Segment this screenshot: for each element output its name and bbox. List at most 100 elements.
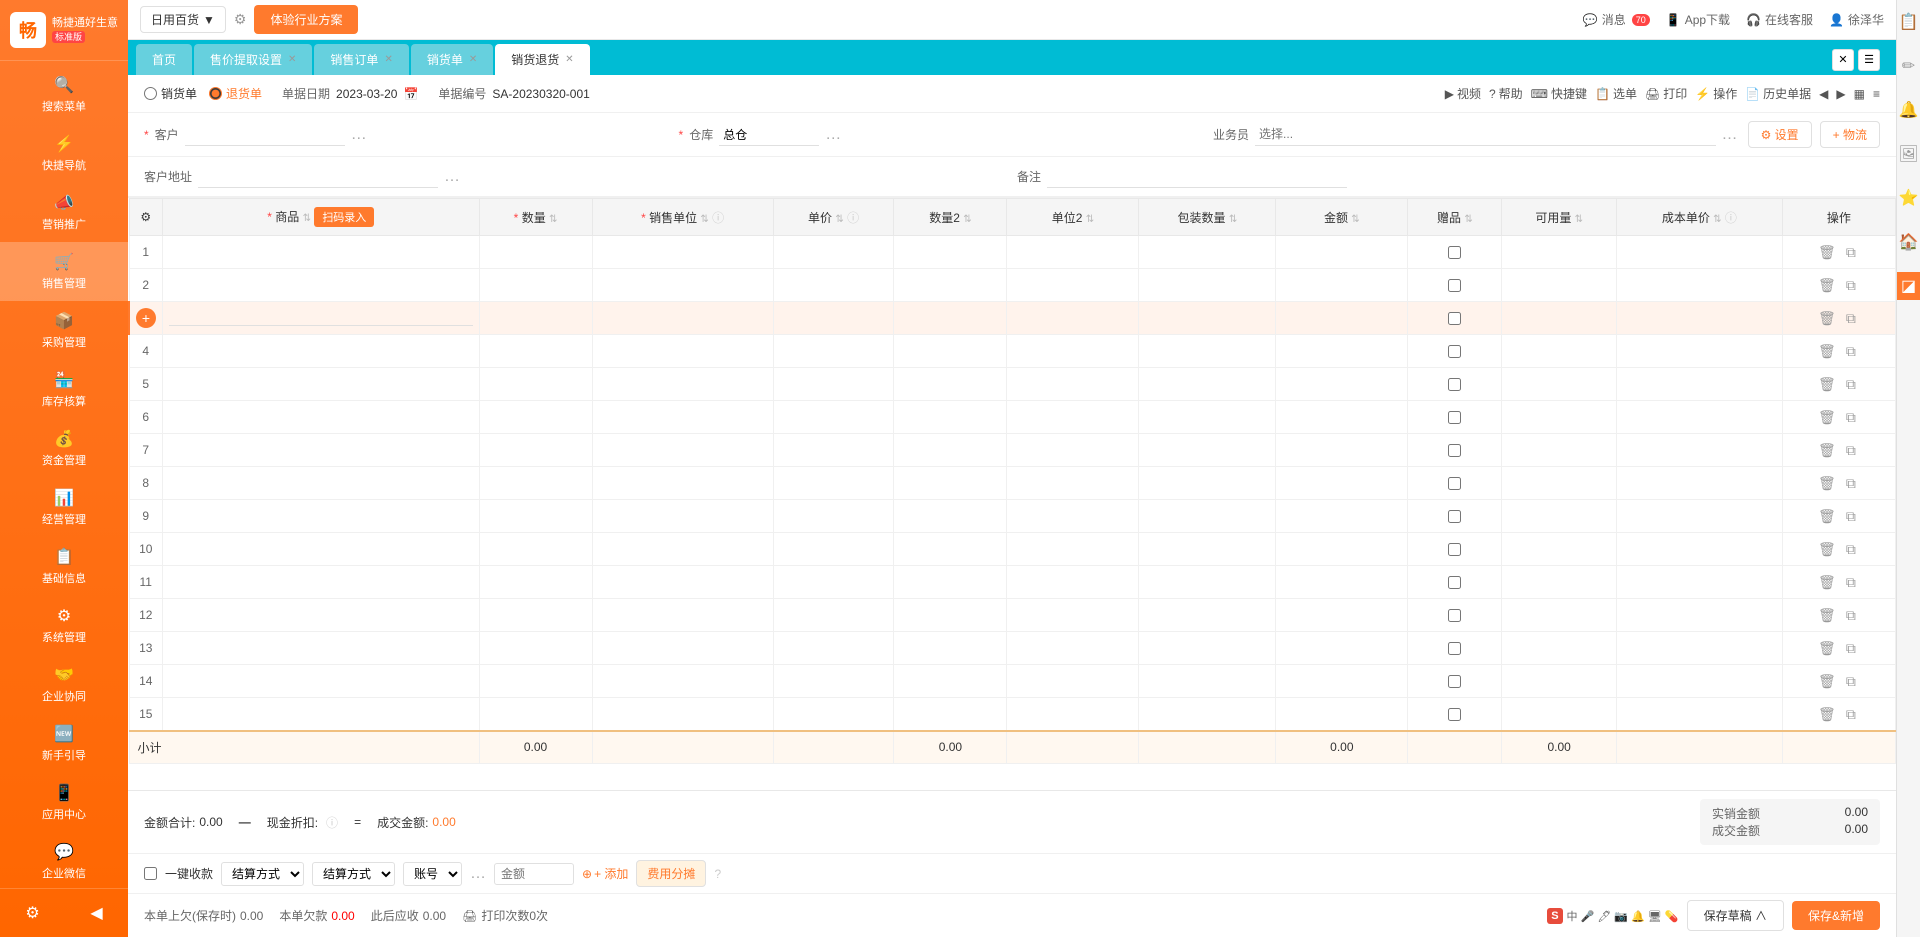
sidebar-settings-btn[interactable]: ⚙ [21, 899, 43, 927]
tab-sales-return-close[interactable]: ✕ [565, 54, 573, 65]
qty-cell-4[interactable] [479, 335, 592, 368]
unit2-cell-7[interactable] [1007, 434, 1139, 467]
cost-cell-7[interactable] [1616, 434, 1782, 467]
delete-btn-5[interactable]: 🗑 [1817, 374, 1837, 394]
th-gear[interactable]: ⚙ [129, 199, 163, 236]
price-cell-3[interactable] [773, 302, 894, 335]
gift-check-1[interactable] [1448, 246, 1461, 259]
qty2-cell-13[interactable] [894, 632, 1007, 665]
cost-cell-12[interactable] [1616, 599, 1782, 632]
gift-check-9[interactable] [1448, 510, 1461, 523]
toolbar-print[interactable]: 🖨 打印 [1645, 85, 1687, 102]
delete-btn-6[interactable]: 🗑 [1817, 407, 1837, 427]
pkg-cell-5[interactable] [1139, 368, 1276, 401]
gift-cell-6[interactable] [1408, 401, 1502, 434]
payment-add-btn[interactable]: ⊕ + 添加 [582, 865, 628, 882]
amount-cell-15[interactable] [1276, 698, 1408, 732]
delete-btn-3[interactable]: 🗑 [1817, 308, 1837, 328]
sidebar-item-7[interactable]: 📊经营管理 [0, 478, 128, 537]
customer-more-btn[interactable]: … [351, 126, 367, 144]
avail-cell-4[interactable] [1502, 335, 1616, 368]
product-cell-8[interactable] [163, 467, 480, 500]
amount-cell-5[interactable] [1276, 368, 1408, 401]
cost-cell-15[interactable] [1616, 698, 1782, 732]
customer-input[interactable] [185, 123, 345, 146]
tab-sales-return[interactable]: 销货退货 ✕ [495, 44, 589, 75]
delete-btn-14[interactable]: 🗑 [1817, 671, 1837, 691]
qty2-cell-1[interactable] [894, 236, 1007, 269]
qty2-cell-10[interactable] [894, 533, 1007, 566]
salesman-more-btn[interactable]: … [1722, 126, 1738, 144]
amount-cell-1[interactable] [1276, 236, 1408, 269]
unit-cell-5[interactable] [592, 368, 773, 401]
tab-sales-order[interactable]: 销售订单 ✕ [314, 44, 408, 75]
product-cell-2[interactable] [163, 269, 480, 302]
pkg-cell-10[interactable] [1139, 533, 1276, 566]
gift-cell-3[interactable] [1408, 302, 1502, 335]
pkg-cell-8[interactable] [1139, 467, 1276, 500]
price-cell-9[interactable] [773, 500, 894, 533]
price-cell-5[interactable] [773, 368, 894, 401]
qty-cell-13[interactable] [479, 632, 592, 665]
price-sort[interactable]: ⇅ [835, 214, 843, 225]
toolbar-video[interactable]: ▶ 视频 [1445, 85, 1481, 102]
pkg-cell-4[interactable] [1139, 335, 1276, 368]
unit2-cell-4[interactable] [1007, 335, 1139, 368]
tab-sales-bill[interactable]: 销货单 ✕ [411, 44, 493, 75]
qty2-cell-3[interactable] [894, 302, 1007, 335]
account-select[interactable]: 账号 [403, 862, 462, 886]
account-dots[interactable]: … [470, 865, 486, 883]
avail-cell-3[interactable] [1502, 302, 1616, 335]
unit-cell-6[interactable] [592, 401, 773, 434]
avail-cell-15[interactable] [1502, 698, 1616, 732]
sidebar-item-8[interactable]: 📋基础信息 [0, 537, 128, 596]
copy-btn-1[interactable]: ⧉ [1841, 242, 1861, 262]
calendar-icon[interactable]: 📅 [403, 87, 418, 101]
copy-btn-9[interactable]: ⧉ [1841, 506, 1861, 526]
logistics-btn[interactable]: + 物流 [1820, 121, 1880, 148]
price-cell-7[interactable] [773, 434, 894, 467]
tab-price-setting-close[interactable]: ✕ [288, 54, 296, 65]
delete-btn-4[interactable]: 🗑 [1817, 341, 1837, 361]
industry-select[interactable]: 日用百货 ▼ [140, 6, 226, 33]
tab-sales-bill-close[interactable]: ✕ [469, 54, 477, 65]
tab-sales-order-close[interactable]: ✕ [384, 54, 392, 65]
delete-btn-9[interactable]: 🗑 [1817, 506, 1837, 526]
product-cell-1[interactable] [163, 236, 480, 269]
qty-cell-11[interactable] [479, 566, 592, 599]
unit-sort[interactable]: ⇅ [700, 214, 708, 225]
unit-cell-14[interactable] [592, 665, 773, 698]
save-draft-btn[interactable]: 保存草稿 ∧ [1687, 900, 1784, 931]
pkg-cell-1[interactable] [1139, 236, 1276, 269]
amount-cell-14[interactable] [1276, 665, 1408, 698]
sidebar-item-6[interactable]: 💰资金管理 [0, 419, 128, 478]
copy-btn-4[interactable]: ⧉ [1841, 341, 1861, 361]
delete-btn-13[interactable]: 🗑 [1817, 638, 1837, 658]
gift-cell-12[interactable] [1408, 599, 1502, 632]
gift-cell-4[interactable] [1408, 335, 1502, 368]
sidebar-item-0[interactable]: 🔍搜索菜单 [0, 65, 128, 124]
gift-cell-8[interactable] [1408, 467, 1502, 500]
copy-btn-6[interactable]: ⧉ [1841, 407, 1861, 427]
sidebar-item-4[interactable]: 📦采购管理 [0, 301, 128, 360]
warehouse-input[interactable] [719, 123, 819, 146]
gift-cell-14[interactable] [1408, 665, 1502, 698]
toolbar-operation[interactable]: ⚡ 操作 [1695, 85, 1737, 102]
payment-amount-input[interactable] [494, 863, 574, 885]
avail-cell-9[interactable] [1502, 500, 1616, 533]
discount-info-icon[interactable]: ⓘ [326, 814, 338, 831]
product-cell-15[interactable] [163, 698, 480, 732]
qty-cell-10[interactable] [479, 533, 592, 566]
cost-cell-4[interactable] [1616, 335, 1782, 368]
save-new-btn[interactable]: 保存&新增 [1792, 901, 1880, 930]
sidebar-item-12[interactable]: 📱应用中心 [0, 773, 128, 832]
avail-cell-5[interactable] [1502, 368, 1616, 401]
unit2-sort[interactable]: ⇅ [1086, 214, 1094, 225]
delete-btn-1[interactable]: 🗑 [1817, 242, 1837, 262]
gift-cell-13[interactable] [1408, 632, 1502, 665]
qty-cell-8[interactable] [479, 467, 592, 500]
user-avatar[interactable]: 👤 徐泽华 [1829, 11, 1884, 28]
qty-sort[interactable]: ⇅ [549, 214, 557, 225]
cost-cell-2[interactable] [1616, 269, 1782, 302]
unit2-cell-6[interactable] [1007, 401, 1139, 434]
